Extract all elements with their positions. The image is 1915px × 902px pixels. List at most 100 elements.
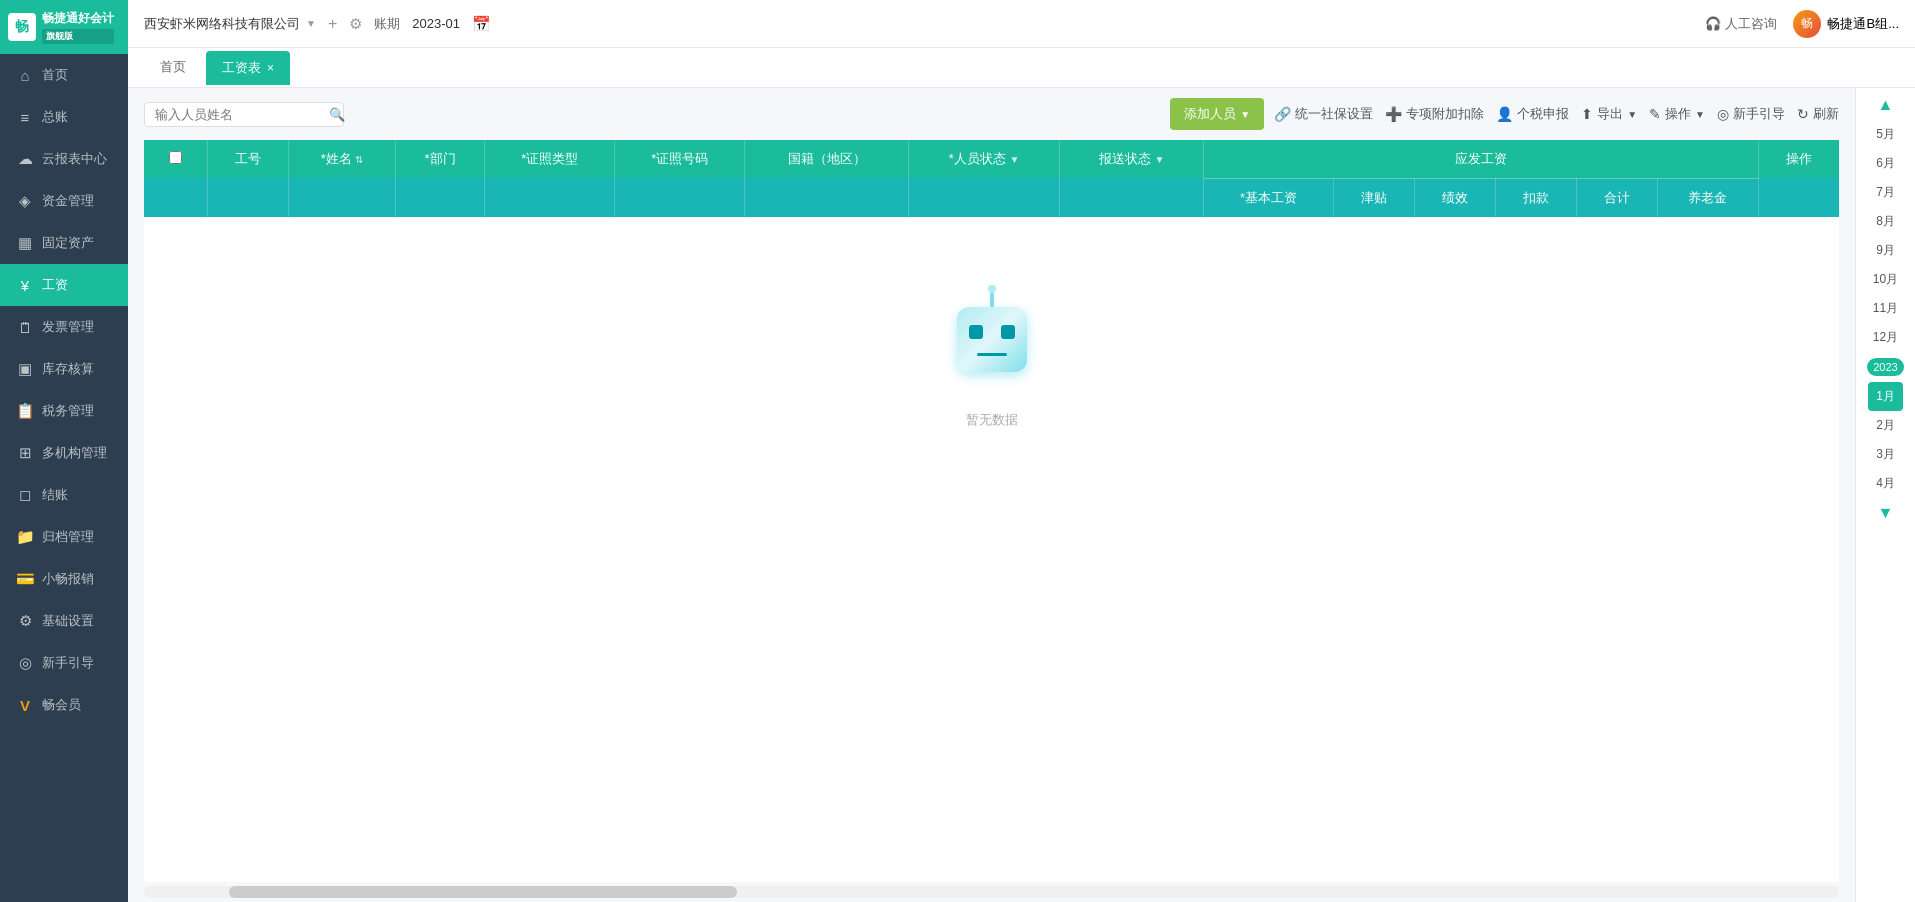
inventory-icon: ▣ <box>16 360 34 378</box>
search-icon: 🔍 <box>329 107 345 122</box>
company-selector[interactable]: 西安虾米网络科技有限公司 ▼ <box>144 15 316 33</box>
report-status-filter-icon[interactable]: ▼ <box>1155 154 1165 165</box>
th-person-status: *人员状态 ▼ <box>908 140 1060 178</box>
month-1-current[interactable]: 1月 <box>1868 382 1903 411</box>
user-info[interactable]: 畅 畅捷通B组... <box>1793 10 1899 38</box>
panel-down-icon[interactable]: ▼ <box>1874 500 1898 526</box>
fixed-assets-icon: ▦ <box>16 234 34 252</box>
app-name: 畅捷通好会计 <box>42 10 114 27</box>
tax-declaration-label: 个税申报 <box>1517 105 1569 123</box>
tax-declaration-action[interactable]: 👤 个税申报 <box>1496 105 1569 123</box>
empty-state: 暂无数据 <box>144 217 1839 509</box>
operation-dropdown-icon: ▼ <box>1695 109 1705 120</box>
settings-gear-icon[interactable]: ⚙ <box>349 15 362 33</box>
tab-close-icon[interactable]: × <box>267 61 274 75</box>
sidebar-item-ledger-label: 总账 <box>42 108 68 126</box>
panel-up-icon[interactable]: ▲ <box>1874 92 1898 118</box>
sidebar-item-inventory[interactable]: ▣ 库存核算 <box>0 348 128 390</box>
deduction-action[interactable]: ➕ 专项附加扣除 <box>1385 105 1484 123</box>
month-6[interactable]: 6月 <box>1865 149 1906 178</box>
month-5[interactable]: 5月 <box>1865 120 1906 149</box>
sidebar-item-fixed-assets-label: 固定资产 <box>42 234 94 252</box>
th-dept: *部门 <box>396 140 485 178</box>
tab-home-label: 首页 <box>160 59 186 74</box>
social-security-action[interactable]: 🔗 统一社保设置 <box>1274 105 1373 123</box>
deduction-label: 专项附加扣除 <box>1406 105 1484 123</box>
empty-robot-icon <box>942 297 1042 387</box>
month-4-current[interactable]: 4月 <box>1868 469 1903 498</box>
refresh-label: 刷新 <box>1813 105 1839 123</box>
tab-home[interactable]: 首页 <box>144 50 202 86</box>
support-btn[interactable]: 🎧 人工咨询 <box>1705 15 1777 33</box>
scrollbar-thumb[interactable] <box>229 886 738 898</box>
sidebar-item-invoice[interactable]: 🗒 发票管理 <box>0 306 128 348</box>
sidebar-item-fixed-assets[interactable]: ▦ 固定资产 <box>0 222 128 264</box>
app-version: 旗舰版 <box>42 29 114 44</box>
th-name: *姓名 ⇅ <box>288 140 395 178</box>
th-checkbox[interactable] <box>144 140 207 178</box>
sidebar-item-fund-label: 资金管理 <box>42 192 94 210</box>
sidebar-item-archive-label: 归档管理 <box>42 528 94 546</box>
month-11[interactable]: 11月 <box>1865 294 1906 323</box>
table-header-group-row: 工号 *姓名 ⇅ *部门 *证照类型 <box>144 140 1839 178</box>
year-2023-label[interactable]: 2023 <box>1867 358 1903 376</box>
month-10[interactable]: 10月 <box>1865 265 1906 294</box>
export-action[interactable]: ⬆ 导出 ▼ <box>1581 105 1637 123</box>
sidebar-item-expense[interactable]: 💳 小畅报销 <box>0 558 128 600</box>
sidebar-item-home[interactable]: ⌂ 首页 <box>0 54 128 96</box>
sidebar-item-settings[interactable]: ⚙ 基础设置 <box>0 600 128 642</box>
horizontal-scrollbar[interactable] <box>144 886 1839 898</box>
th-allowance: 津贴 <box>1334 178 1415 217</box>
robot-right-eye <box>1001 325 1015 339</box>
social-security-label: 统一社保设置 <box>1295 105 1373 123</box>
sidebar-item-archive[interactable]: 📁 归档管理 <box>0 516 128 558</box>
deduction-icon: ➕ <box>1385 106 1402 122</box>
main-area: 西安虾米网络科技有限公司 ▼ + ⚙ 账期 2023-01 📅 🎧 人工咨询 畅… <box>128 0 1915 902</box>
guide-toolbar-icon: ◎ <box>1717 106 1729 122</box>
robot-mouth <box>977 353 1007 356</box>
export-icon: ⬆ <box>1581 106 1593 122</box>
main-content: 🔍 添加人员 ▼ 🔗 统一社保设置 ➕ 专项附加扣除 <box>128 88 1855 902</box>
month-7[interactable]: 7月 <box>1865 178 1906 207</box>
export-label: 导出 <box>1597 105 1623 123</box>
headset-icon: 🎧 <box>1705 16 1721 31</box>
name-sort-icon: ⇅ <box>355 154 363 165</box>
month-9[interactable]: 9月 <box>1865 236 1906 265</box>
sidebar-item-cloud-report-label: 云报表中心 <box>42 150 107 168</box>
sidebar-nav: ⌂ 首页 ≡ 总账 ☁ 云报表中心 ◈ 资金管理 ▦ 固定资产 ¥ 工资 🗒 发… <box>0 54 128 902</box>
sidebar-item-tax[interactable]: 📋 税务管理 <box>0 390 128 432</box>
month-12[interactable]: 12月 <box>1865 323 1906 352</box>
refresh-action[interactable]: ↻ 刷新 <box>1797 105 1839 123</box>
month-2-current[interactable]: 2月 <box>1868 411 1903 440</box>
company-dropdown-icon: ▼ <box>306 18 316 29</box>
person-status-filter-icon[interactable]: ▼ <box>1010 154 1020 165</box>
sidebar-item-salary[interactable]: ¥ 工资 <box>0 264 128 306</box>
sidebar-item-guide[interactable]: ◎ 新手引导 <box>0 642 128 684</box>
th-pension: 养老金 <box>1657 178 1759 217</box>
search-box[interactable]: 🔍 <box>144 102 344 127</box>
right-date-panel: ▲ 5月 6月 7月 8月 9月 10月 11月 12月 2023 1月 2月 … <box>1855 88 1915 902</box>
guide-action[interactable]: ◎ 新手引导 <box>1717 105 1785 123</box>
th-report-status: 报送状态 ▼ <box>1060 140 1204 178</box>
sidebar-item-member[interactable]: V 畅会员 <box>0 684 128 726</box>
add-person-button[interactable]: 添加人员 ▼ <box>1170 98 1264 130</box>
sidebar-item-fund[interactable]: ◈ 资金管理 <box>0 180 128 222</box>
select-all-checkbox[interactable] <box>169 151 182 164</box>
refresh-icon: ↻ <box>1797 106 1809 122</box>
sidebar-item-ledger[interactable]: ≡ 总账 <box>0 96 128 138</box>
operation-action[interactable]: ✎ 操作 ▼ <box>1649 105 1705 123</box>
toolbar-actions: 🔗 统一社保设置 ➕ 专项附加扣除 👤 个税申报 ⬆ 导出 ▼ <box>1274 105 1839 123</box>
calendar-icon[interactable]: 📅 <box>472 15 491 33</box>
sidebar-item-close[interactable]: ◻ 结账 <box>0 474 128 516</box>
sidebar-item-multi-org[interactable]: ⊞ 多机构管理 <box>0 432 128 474</box>
month-8[interactable]: 8月 <box>1865 207 1906 236</box>
th-total: 合计 <box>1576 178 1657 217</box>
add-company-icon[interactable]: + <box>328 15 337 33</box>
tab-salary[interactable]: 工资表 × <box>206 51 290 85</box>
sidebar-item-cloud-report[interactable]: ☁ 云报表中心 <box>0 138 128 180</box>
sidebar-item-inventory-label: 库存核算 <box>42 360 94 378</box>
cloud-icon: ☁ <box>16 150 34 168</box>
tab-bar: 首页 工资表 × <box>128 48 1915 88</box>
search-input[interactable] <box>155 107 323 122</box>
month-3-current[interactable]: 3月 <box>1868 440 1903 469</box>
